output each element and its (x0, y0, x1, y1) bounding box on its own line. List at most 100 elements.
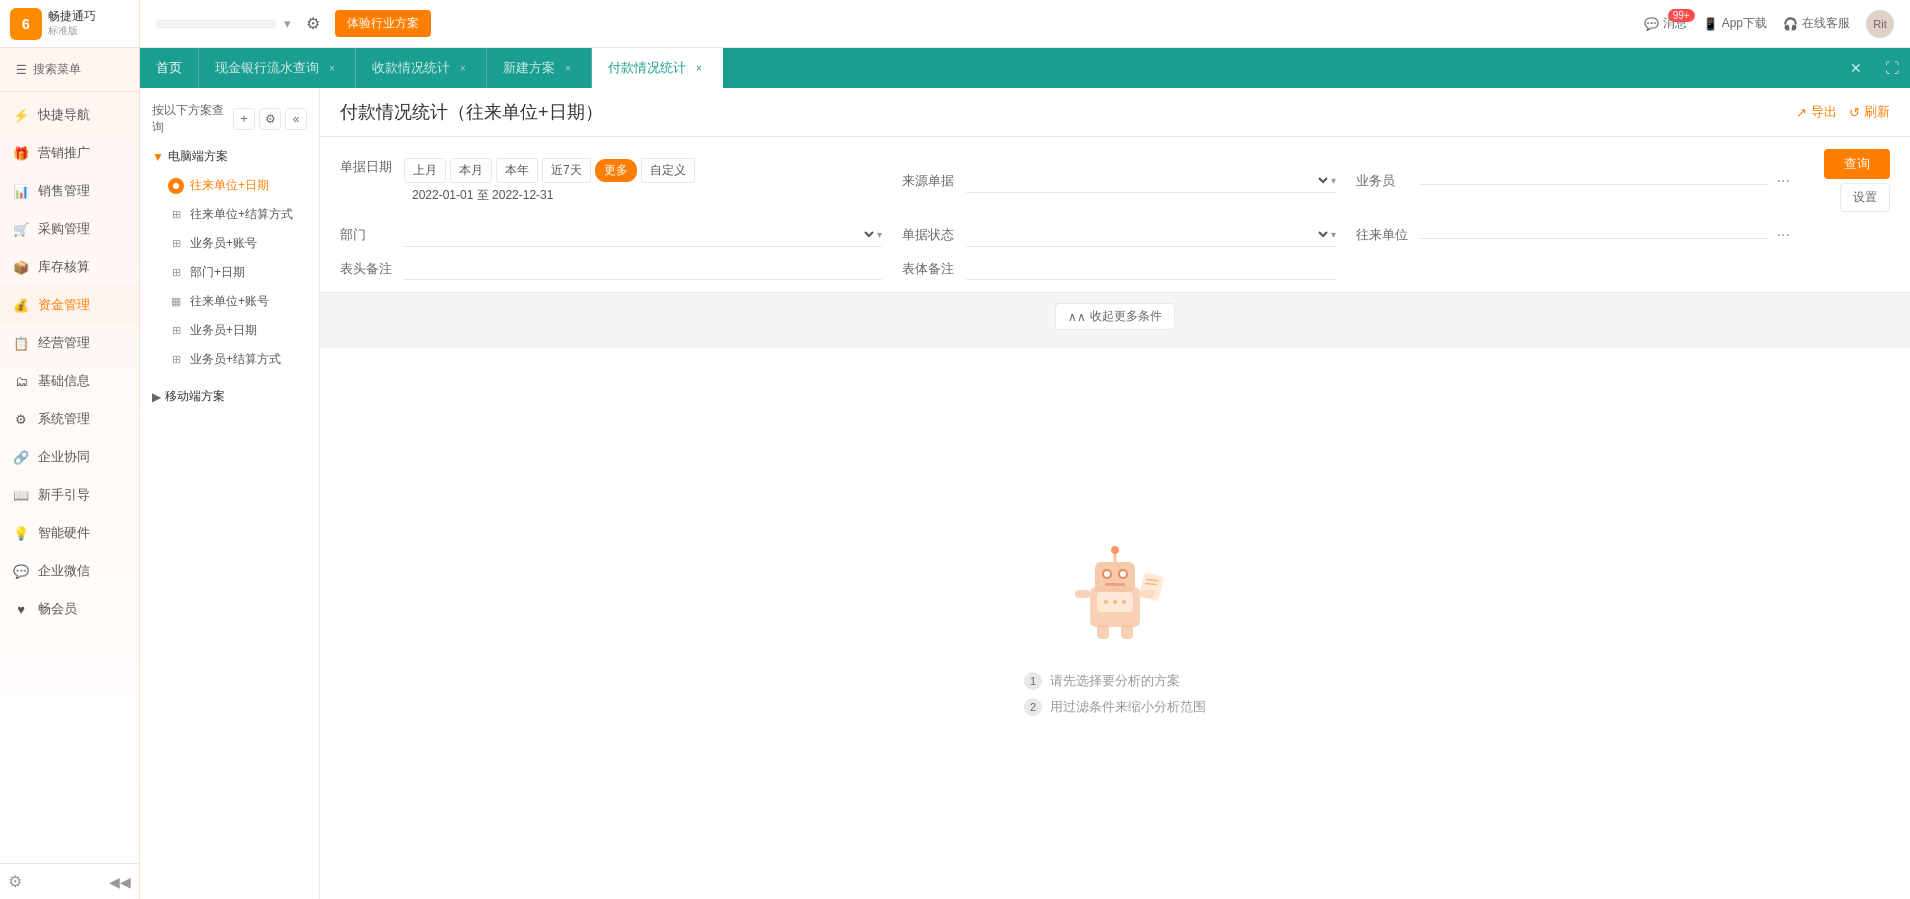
sidebar-item-marketing[interactable]: 🎁 营销推广 (0, 134, 139, 172)
new-scheme-tab-close[interactable]: × (561, 61, 575, 75)
scheme-item-label: 业务员+账号 (190, 235, 257, 252)
sidebar-item-finance[interactable]: 💰 资金管理 (0, 286, 139, 324)
docstatus-select-wrapper[interactable]: ▾ (966, 222, 1336, 247)
sidebar-item-basic[interactable]: 🗂 基础信息 (0, 362, 139, 400)
source-filter: 来源单据 ▾ (902, 168, 1336, 193)
header-note-filter: 表头备注 (340, 257, 882, 280)
refresh-button[interactable]: ↺ 刷新 (1849, 103, 1890, 121)
scheme-item-salesman-date[interactable]: ⊞ 业务员+日期 (148, 316, 311, 345)
dropdown-arrow-icon[interactable]: ▾ (284, 16, 291, 31)
page-actions: ↗ 导出 ↺ 刷新 (1796, 103, 1890, 121)
chevron-up-icon: ∧∧ (1068, 310, 1086, 324)
cash-flow-tab-close[interactable]: × (325, 61, 339, 75)
chat-icon: 💬 (12, 562, 30, 580)
scheme-item-dept-date[interactable]: ⊞ 部门+日期 (148, 258, 311, 287)
scheme-item-salesman-settlement[interactable]: ⊞ 业务员+结算方式 (148, 345, 311, 374)
sidebar-item-operation[interactable]: 📋 经营管理 (0, 324, 139, 362)
avatar[interactable]: Rit (1866, 10, 1894, 38)
logo-sub: 标准版 (48, 24, 96, 38)
tab-cash-flow[interactable]: 现金银行流水查询 × (199, 48, 356, 88)
desktop-scheme-title[interactable]: ▼ 电脑端方案 (148, 142, 311, 171)
dept-select[interactable] (404, 226, 877, 242)
collapse-panel-button[interactable]: « (285, 108, 307, 130)
svg-rect-7 (1105, 583, 1125, 586)
partner-more-icon[interactable]: ··· (1777, 226, 1790, 244)
topbar-settings-button[interactable]: ⚙ (299, 10, 327, 38)
source-select[interactable] (966, 172, 1331, 188)
salesman-filter: 业务员 ··· (1356, 172, 1790, 190)
tab-fullscreen-button[interactable]: ⛶ (1874, 48, 1910, 88)
custom-date-btn[interactable]: 自定义 (641, 158, 695, 183)
doc-status-select[interactable] (966, 226, 1331, 242)
sidebar-item-guide[interactable]: 📖 新手引导 (0, 476, 139, 514)
this-month-btn[interactable]: 本月 (450, 158, 492, 183)
sidebar-item-wechat[interactable]: 💬 企业微信 (0, 552, 139, 590)
robot-svg (1055, 532, 1175, 652)
sidebar-item-hardware[interactable]: 💡 智能硬件 (0, 514, 139, 552)
pay-stat-tab-close[interactable]: × (692, 61, 706, 75)
user-display (156, 20, 276, 28)
tab-new-scheme[interactable]: 新建方案 × (487, 48, 592, 88)
column-settings-button[interactable]: 设置 (1840, 183, 1890, 212)
tab-collect-stat[interactable]: 收款情况统计 × (356, 48, 487, 88)
scheme-item-salesman-account[interactable]: ⊞ 业务员+账号 (148, 229, 311, 258)
experience-scheme-button[interactable]: 体验行业方案 (335, 10, 431, 37)
last-7days-btn[interactable]: 近7天 (542, 158, 591, 183)
empty-illustration (1055, 532, 1175, 652)
collapse-conditions-button[interactable]: ∧∧ 收起更多条件 (1055, 303, 1175, 330)
scheme-item-label: 往来单位+结算方式 (190, 206, 293, 223)
scheme-item-unit-settlement[interactable]: ⊞ 往来单位+结算方式 (148, 200, 311, 229)
message-icon: 💬 (1644, 17, 1659, 31)
sidebar-settings-button[interactable]: ⚙ (8, 872, 22, 891)
scheme-item-unit-account[interactable]: ▦ 往来单位+账号 (148, 287, 311, 316)
tab-close-all-button[interactable]: ✕ (1838, 48, 1874, 88)
collect-stat-tab-close[interactable]: × (456, 61, 470, 75)
tab-home[interactable]: 首页 (140, 48, 199, 88)
messages-button[interactable]: 💬 消息 99+ (1644, 15, 1687, 32)
query-button[interactable]: 查询 (1824, 149, 1890, 179)
dept-dropdown-icon: ▾ (877, 229, 882, 240)
table-icon: ⊞ (168, 352, 184, 368)
body-note-input[interactable] (966, 257, 1336, 280)
last-month-btn[interactable]: 上月 (404, 158, 446, 183)
salesman-more-icon[interactable]: ··· (1777, 172, 1790, 190)
scheme-settings-button[interactable]: ⚙ (259, 108, 281, 130)
sidebar-collapse-button[interactable]: ◀◀ (109, 874, 131, 890)
book-icon: 📖 (12, 486, 30, 504)
docstatus-filter: 单据状态 ▾ (902, 222, 1336, 247)
tab-pay-stat[interactable]: 付款情况统计 × (592, 48, 723, 88)
this-year-btn[interactable]: 本年 (496, 158, 538, 183)
scheme-item-label: 往来单位+账号 (190, 293, 269, 310)
main-panel: 付款情况统计（往来单位+日期） ↗ 导出 ↺ 刷新 (320, 88, 1910, 899)
export-button[interactable]: ↗ 导出 (1796, 103, 1837, 121)
add-scheme-button[interactable]: + (233, 108, 255, 130)
sidebar-item-sales[interactable]: 📊 销售管理 (0, 172, 139, 210)
logo-icon: 6 (10, 8, 42, 40)
app-download-button[interactable]: 📱 App下载 (1703, 15, 1767, 32)
online-service-label: 在线客服 (1802, 15, 1850, 32)
sidebar-logo: 6 畅捷通巧 标准版 (0, 0, 139, 48)
more-date-btn[interactable]: 更多 (595, 159, 637, 182)
search-menu-button[interactable]: ☰ 搜索菜单 (8, 56, 131, 83)
sidebar-item-vip[interactable]: ♥ 畅会员 (0, 590, 139, 628)
mobile-scheme-title[interactable]: ▶ 移动端方案 (148, 382, 311, 411)
source-select-wrapper[interactable]: ▾ (966, 168, 1336, 193)
sidebar-item-system[interactable]: ⚙ 系统管理 (0, 400, 139, 438)
scheme-item-unit-date[interactable]: 往来单位+日期 (148, 171, 311, 200)
sidebar-item-purchase[interactable]: 🛒 采购管理 (0, 210, 139, 248)
online-service-button[interactable]: 🎧 在线客服 (1783, 15, 1850, 32)
filter-row-1: 单据日期 上月 本月 本年 近7天 更多 自定义 (340, 149, 1890, 212)
body-note-filter: 表体备注 (902, 257, 1336, 280)
box-icon: 📦 (12, 258, 30, 276)
tip-number-1: 1 (1024, 672, 1042, 690)
svg-point-6 (1120, 571, 1126, 577)
chevron-right-icon: ▶ (152, 390, 161, 404)
dept-select-wrapper[interactable]: ▾ (404, 222, 882, 247)
header-note-label: 表头备注 (340, 260, 396, 278)
sidebar-item-inventory[interactable]: 📦 库存核算 (0, 248, 139, 286)
sidebar-item-quick-nav[interactable]: ⚡ 快捷导航 (0, 96, 139, 134)
sidebar-search-area[interactable]: ☰ 搜索菜单 (0, 48, 139, 92)
header-note-input[interactable] (404, 257, 882, 280)
sidebar-item-corp[interactable]: 🔗 企业协同 (0, 438, 139, 476)
money-icon: 💰 (12, 296, 30, 314)
